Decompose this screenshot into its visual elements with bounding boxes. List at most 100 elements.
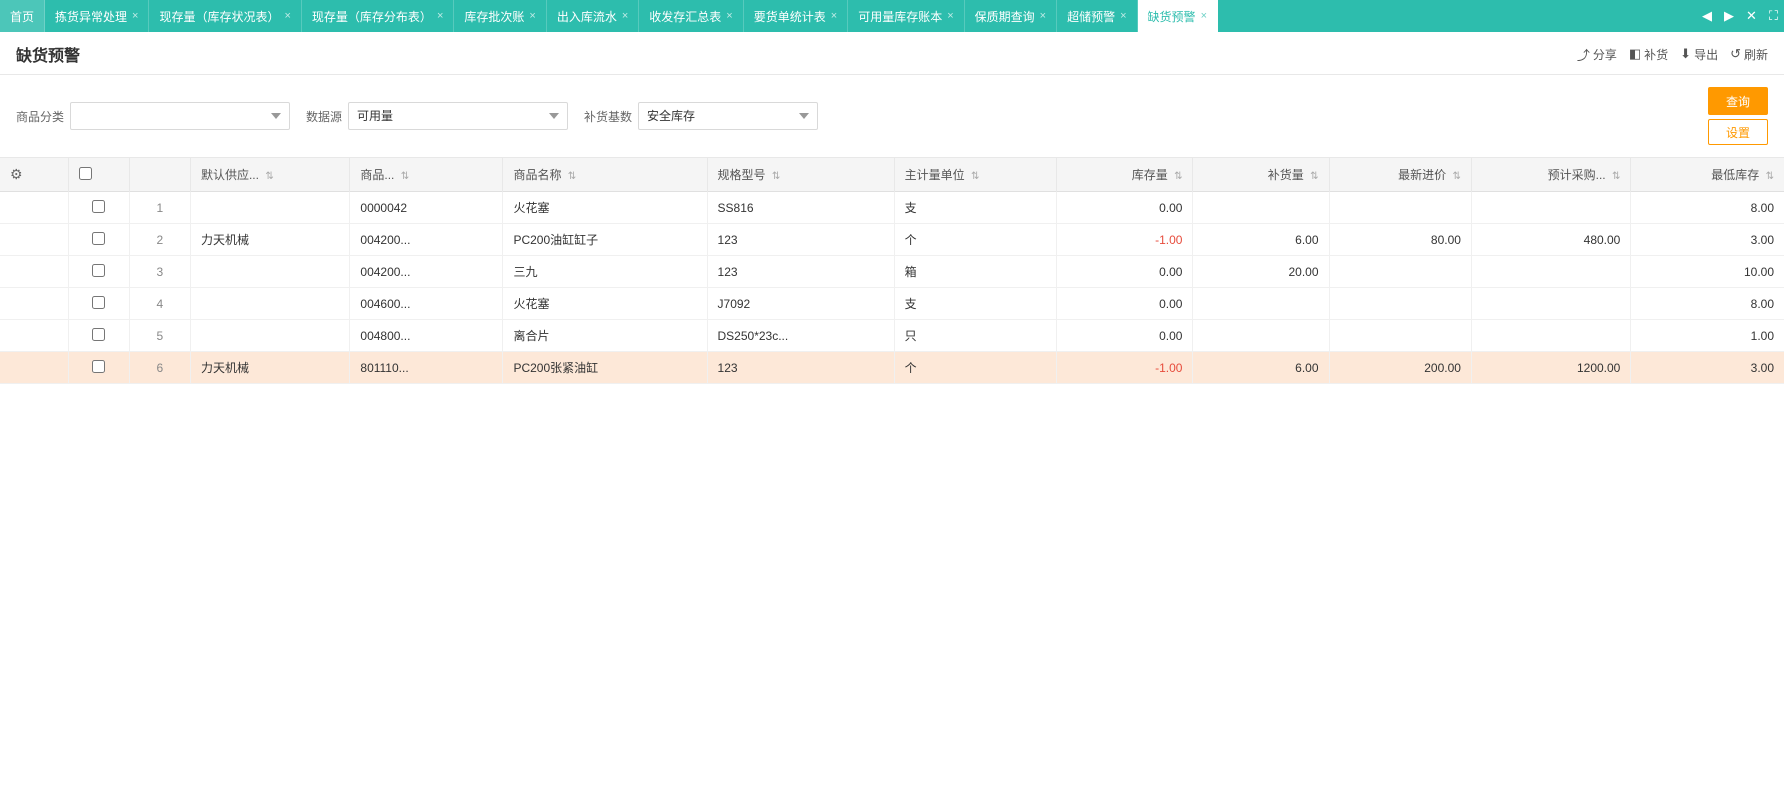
tab-expand-btn[interactable]: ⛶ <box>1763 0 1784 32</box>
tab-order-stat[interactable]: 要货单统计表 × <box>744 0 848 32</box>
col-header-replenish[interactable]: 补货量 ⇅ <box>1193 158 1329 192</box>
category-select[interactable] <box>70 102 290 130</box>
tab-exception[interactable]: 拣货异常处理 × <box>45 0 149 32</box>
row-supplier-4 <box>190 320 349 352</box>
datasource-filter-group: 数据源 可用量 <box>306 102 568 130</box>
row-replenish-2: 20.00 <box>1193 256 1329 288</box>
row-sku-2: 004200... <box>350 256 503 288</box>
col-header-minstock[interactable]: 最低库存 ⇅ <box>1631 158 1784 192</box>
tab-inventory-dist-close[interactable]: × <box>437 10 443 22</box>
row-minstock-2: 10.00 <box>1631 256 1784 288</box>
row-num-1: 2 <box>129 224 190 256</box>
tab-next-btn[interactable]: ▶ <box>1718 0 1740 32</box>
row-checkbox-cell <box>68 256 129 288</box>
col-header-name[interactable]: 商品名称 ⇅ <box>503 158 707 192</box>
settings-button[interactable]: 设置 <box>1708 119 1768 145</box>
table-container: ⚙ 默认供应... ⇅ 商品... ⇅ 商品名称 <box>0 158 1784 384</box>
tab-batch-account-close[interactable]: × <box>529 10 535 22</box>
row-checkbox-5[interactable] <box>92 360 105 373</box>
row-settings-cell <box>0 192 68 224</box>
col-header-unit[interactable]: 主计量单位 ⇅ <box>894 158 1057 192</box>
row-checkbox-1[interactable] <box>92 232 105 245</box>
row-spec-2: 123 <box>707 256 894 288</box>
col-header-check <box>68 158 129 192</box>
export-button[interactable]: ⬇ 导出 <box>1680 46 1718 63</box>
row-checkbox-cell <box>68 320 129 352</box>
tab-shortage-close[interactable]: × <box>1201 10 1207 22</box>
row-settings-cell <box>0 224 68 256</box>
row-minstock-5: 3.00 <box>1631 352 1784 384</box>
shortage-table: ⚙ 默认供应... ⇅ 商品... ⇅ 商品名称 <box>0 158 1784 384</box>
tab-inout-flow[interactable]: 出入库流水 × <box>547 0 639 32</box>
row-checkbox-cell <box>68 288 129 320</box>
row-replenish-0 <box>1193 192 1329 224</box>
tab-batch-account[interactable]: 库存批次账 × <box>454 0 546 32</box>
row-purchase-3 <box>1471 288 1630 320</box>
col-header-sku[interactable]: 商品... ⇅ <box>350 158 503 192</box>
tab-exception-close[interactable]: × <box>132 10 138 22</box>
col-header-stock[interactable]: 库存量 ⇅ <box>1057 158 1193 192</box>
select-all-checkbox[interactable] <box>79 167 92 180</box>
tab-expiry-query-close[interactable]: × <box>1040 10 1046 22</box>
tab-collect-summary-close[interactable]: × <box>726 10 732 22</box>
tab-order-stat-close[interactable]: × <box>831 10 837 22</box>
row-price-4 <box>1329 320 1471 352</box>
col-header-price[interactable]: 最新进价 ⇅ <box>1329 158 1471 192</box>
row-replenish-5: 6.00 <box>1193 352 1329 384</box>
col-header-supplier[interactable]: 默认供应... ⇅ <box>190 158 349 192</box>
row-checkbox-2[interactable] <box>92 264 105 277</box>
tab-inventory-status-close[interactable]: × <box>284 10 290 22</box>
replenish-button[interactable]: ◧ 补货 <box>1629 46 1668 63</box>
tab-overstock-close[interactable]: × <box>1120 10 1126 22</box>
tab-available-ledger-close[interactable]: × <box>947 10 953 22</box>
row-checkbox-cell <box>68 352 129 384</box>
tab-shortage[interactable]: 缺货预警 × <box>1138 0 1218 32</box>
row-checkbox-4[interactable] <box>92 328 105 341</box>
tab-close-all-btn[interactable]: ✕ <box>1740 0 1763 32</box>
tab-inventory-status[interactable]: 现存量（库存状况表） × <box>149 0 301 32</box>
row-unit-2: 箱 <box>894 256 1057 288</box>
row-sku-3: 004600... <box>350 288 503 320</box>
datasource-select[interactable]: 可用量 <box>348 102 568 130</box>
tab-nav-buttons: ◀ ▶ ✕ ⛶ <box>1696 0 1784 32</box>
datasource-label: 数据源 <box>306 108 342 125</box>
table-body: 1 0000042 火花塞 SS816 支 0.00 8.00 2 力天机械 0… <box>0 192 1784 384</box>
row-price-5: 200.00 <box>1329 352 1471 384</box>
row-price-0 <box>1329 192 1471 224</box>
tab-home[interactable]: 首页 <box>0 0 45 32</box>
table-row: 4 004600... 火花塞 J7092 支 0.00 8.00 <box>0 288 1784 320</box>
row-name-0: 火花塞 <box>503 192 707 224</box>
replenish-base-filter-group: 补货基数 安全库存 <box>584 102 818 130</box>
tab-expiry-query[interactable]: 保质期查询 × <box>965 0 1057 32</box>
replenish-base-select[interactable]: 安全库存 <box>638 102 818 130</box>
tab-inventory-dist[interactable]: 现存量（库存分布表） × <box>302 0 454 32</box>
replenish-sort-icon: ⇅ <box>1310 171 1318 182</box>
row-minstock-1: 3.00 <box>1631 224 1784 256</box>
tab-inout-flow-close[interactable]: × <box>622 10 628 22</box>
query-button[interactable]: 查询 <box>1708 87 1768 115</box>
row-settings-cell <box>0 288 68 320</box>
tab-overstock[interactable]: 超储预警 × <box>1057 0 1137 32</box>
col-header-purchase[interactable]: 预计采购... ⇅ <box>1471 158 1630 192</box>
col-header-spec[interactable]: 规格型号 ⇅ <box>707 158 894 192</box>
row-stock-3: 0.00 <box>1057 288 1193 320</box>
row-purchase-0 <box>1471 192 1630 224</box>
category-label: 商品分类 <box>16 108 64 125</box>
tab-prev-btn[interactable]: ◀ <box>1696 0 1718 32</box>
share-button[interactable]: ⤴ 分享 <box>1577 45 1617 64</box>
tab-available-ledger[interactable]: 可用量库存账本 × <box>848 0 964 32</box>
refresh-button[interactable]: ↺ 刷新 <box>1730 46 1768 63</box>
table-row: 2 力天机械 004200... PC200油缸缸子 123 个 -1.00 6… <box>0 224 1784 256</box>
col-header-num <box>129 158 190 192</box>
tab-collect-summary[interactable]: 收发存汇总表 × <box>639 0 743 32</box>
row-num-2: 3 <box>129 256 190 288</box>
replenish-icon: ◧ <box>1629 46 1641 62</box>
row-checkbox-3[interactable] <box>92 296 105 309</box>
table-settings-icon[interactable]: ⚙ <box>10 166 23 182</box>
category-filter-group: 商品分类 <box>16 102 290 130</box>
row-purchase-5: 1200.00 <box>1471 352 1630 384</box>
row-purchase-4 <box>1471 320 1630 352</box>
row-checkbox-0[interactable] <box>92 200 105 213</box>
refresh-icon: ↺ <box>1730 46 1741 62</box>
filter-bar: 商品分类 数据源 可用量 补货基数 安全库存 查询 设置 <box>0 75 1784 158</box>
